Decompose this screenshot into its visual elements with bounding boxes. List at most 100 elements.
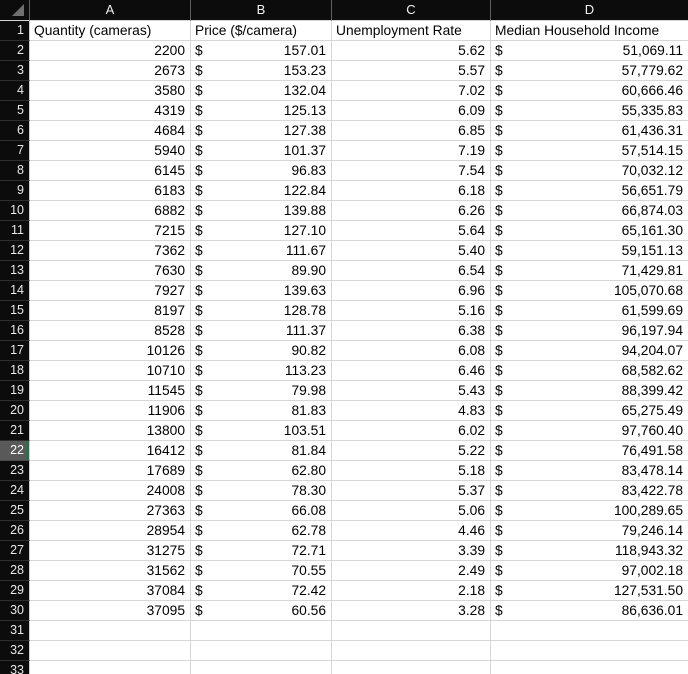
cell-A10[interactable]: 6882 xyxy=(30,201,191,221)
cell-D21[interactable]: $97,760.40 xyxy=(491,421,688,441)
cell-B33[interactable] xyxy=(191,661,332,674)
cell-D24[interactable]: $83,422.78 xyxy=(491,481,688,501)
cell-C19[interactable]: 5.43 xyxy=(332,381,491,401)
cell-B17[interactable]: $90.82 xyxy=(191,341,332,361)
row-header-21[interactable]: 21 xyxy=(0,421,30,441)
cell-A32[interactable] xyxy=(30,641,191,661)
cell-C2[interactable]: 5.62 xyxy=(332,41,491,61)
row-header-23[interactable]: 23 xyxy=(0,461,30,481)
row-header-3[interactable]: 3 xyxy=(0,61,30,81)
row-header-26[interactable]: 26 xyxy=(0,521,30,541)
cell-D7[interactable]: $57,514.15 xyxy=(491,141,688,161)
cell-B22[interactable]: $81.84 xyxy=(191,441,332,461)
row-header-22[interactable]: 22 xyxy=(0,441,30,461)
cell-C9[interactable]: 6.18 xyxy=(332,181,491,201)
cell-D17[interactable]: $94,204.07 xyxy=(491,341,688,361)
cell-C1[interactable]: Unemployment Rate xyxy=(332,21,491,41)
cell-D20[interactable]: $65,275.49 xyxy=(491,401,688,421)
cell-D22[interactable]: $76,491.58 xyxy=(491,441,688,461)
column-header-B[interactable]: B xyxy=(191,0,332,21)
select-all-corner[interactable] xyxy=(0,0,30,21)
cell-B6[interactable]: $127.38 xyxy=(191,121,332,141)
cell-D28[interactable]: $97,002.18 xyxy=(491,561,688,581)
row-header-27[interactable]: 27 xyxy=(0,541,30,561)
cell-D8[interactable]: $70,032.12 xyxy=(491,161,688,181)
cell-D32[interactable] xyxy=(491,641,688,661)
cell-C17[interactable]: 6.08 xyxy=(332,341,491,361)
cell-D4[interactable]: $60,666.46 xyxy=(491,81,688,101)
cell-B14[interactable]: $139.63 xyxy=(191,281,332,301)
row-header-32[interactable]: 32 xyxy=(0,641,30,661)
cell-B27[interactable]: $72.71 xyxy=(191,541,332,561)
cell-B26[interactable]: $62.78 xyxy=(191,521,332,541)
cell-B16[interactable]: $111.37 xyxy=(191,321,332,341)
row-header-12[interactable]: 12 xyxy=(0,241,30,261)
cell-B21[interactable]: $103.51 xyxy=(191,421,332,441)
cell-A16[interactable]: 8528 xyxy=(30,321,191,341)
cell-C14[interactable]: 6.96 xyxy=(332,281,491,301)
cell-A21[interactable]: 13800 xyxy=(30,421,191,441)
cell-C27[interactable]: 3.39 xyxy=(332,541,491,561)
row-header-4[interactable]: 4 xyxy=(0,81,30,101)
cell-C33[interactable] xyxy=(332,661,491,674)
cell-A33[interactable] xyxy=(30,661,191,674)
cell-D29[interactable]: $127,531.50 xyxy=(491,581,688,601)
cell-B15[interactable]: $128.78 xyxy=(191,301,332,321)
cell-C6[interactable]: 6.85 xyxy=(332,121,491,141)
row-header-29[interactable]: 29 xyxy=(0,581,30,601)
cell-C29[interactable]: 2.18 xyxy=(332,581,491,601)
row-header-2[interactable]: 2 xyxy=(0,41,30,61)
cell-A14[interactable]: 7927 xyxy=(30,281,191,301)
cell-C28[interactable]: 2.49 xyxy=(332,561,491,581)
row-header-20[interactable]: 20 xyxy=(0,401,30,421)
column-header-C[interactable]: C xyxy=(332,0,491,21)
cell-D11[interactable]: $65,161.30 xyxy=(491,221,688,241)
cell-D26[interactable]: $79,246.14 xyxy=(491,521,688,541)
cell-A23[interactable]: 17689 xyxy=(30,461,191,481)
cell-A19[interactable]: 11545 xyxy=(30,381,191,401)
cell-C4[interactable]: 7.02 xyxy=(332,81,491,101)
cell-D31[interactable] xyxy=(491,621,688,641)
cell-C25[interactable]: 5.06 xyxy=(332,501,491,521)
cell-A8[interactable]: 6145 xyxy=(30,161,191,181)
cell-C16[interactable]: 6.38 xyxy=(332,321,491,341)
cell-A27[interactable]: 31275 xyxy=(30,541,191,561)
cell-B5[interactable]: $125.13 xyxy=(191,101,332,121)
cell-D1[interactable]: Median Household Income xyxy=(491,21,688,41)
row-header-7[interactable]: 7 xyxy=(0,141,30,161)
cell-B2[interactable]: $157.01 xyxy=(191,41,332,61)
cell-C7[interactable]: 7.19 xyxy=(332,141,491,161)
cell-B23[interactable]: $62.80 xyxy=(191,461,332,481)
cell-D23[interactable]: $83,478.14 xyxy=(491,461,688,481)
cell-D3[interactable]: $57,779.62 xyxy=(491,61,688,81)
cell-A3[interactable]: 2673 xyxy=(30,61,191,81)
cell-B12[interactable]: $111.67 xyxy=(191,241,332,261)
row-header-14[interactable]: 14 xyxy=(0,281,30,301)
cell-D15[interactable]: $61,599.69 xyxy=(491,301,688,321)
cell-B11[interactable]: $127.10 xyxy=(191,221,332,241)
row-header-31[interactable]: 31 xyxy=(0,621,30,641)
row-header-17[interactable]: 17 xyxy=(0,341,30,361)
cell-C24[interactable]: 5.37 xyxy=(332,481,491,501)
cell-C30[interactable]: 3.28 xyxy=(332,601,491,621)
row-header-5[interactable]: 5 xyxy=(0,101,30,121)
cell-A28[interactable]: 31562 xyxy=(30,561,191,581)
cell-A15[interactable]: 8197 xyxy=(30,301,191,321)
cell-B25[interactable]: $66.08 xyxy=(191,501,332,521)
cell-A17[interactable]: 10126 xyxy=(30,341,191,361)
cell-D6[interactable]: $61,436.31 xyxy=(491,121,688,141)
cell-D2[interactable]: $51,069.11 xyxy=(491,41,688,61)
cell-B24[interactable]: $78.30 xyxy=(191,481,332,501)
row-header-18[interactable]: 18 xyxy=(0,361,30,381)
cell-B4[interactable]: $132.04 xyxy=(191,81,332,101)
cell-A26[interactable]: 28954 xyxy=(30,521,191,541)
row-header-24[interactable]: 24 xyxy=(0,481,30,501)
cell-D10[interactable]: $66,874.03 xyxy=(491,201,688,221)
cell-D14[interactable]: $105,070.68 xyxy=(491,281,688,301)
row-header-13[interactable]: 13 xyxy=(0,261,30,281)
cell-B31[interactable] xyxy=(191,621,332,641)
cell-B9[interactable]: $122.84 xyxy=(191,181,332,201)
cell-C18[interactable]: 6.46 xyxy=(332,361,491,381)
cell-C10[interactable]: 6.26 xyxy=(332,201,491,221)
cell-B19[interactable]: $79.98 xyxy=(191,381,332,401)
